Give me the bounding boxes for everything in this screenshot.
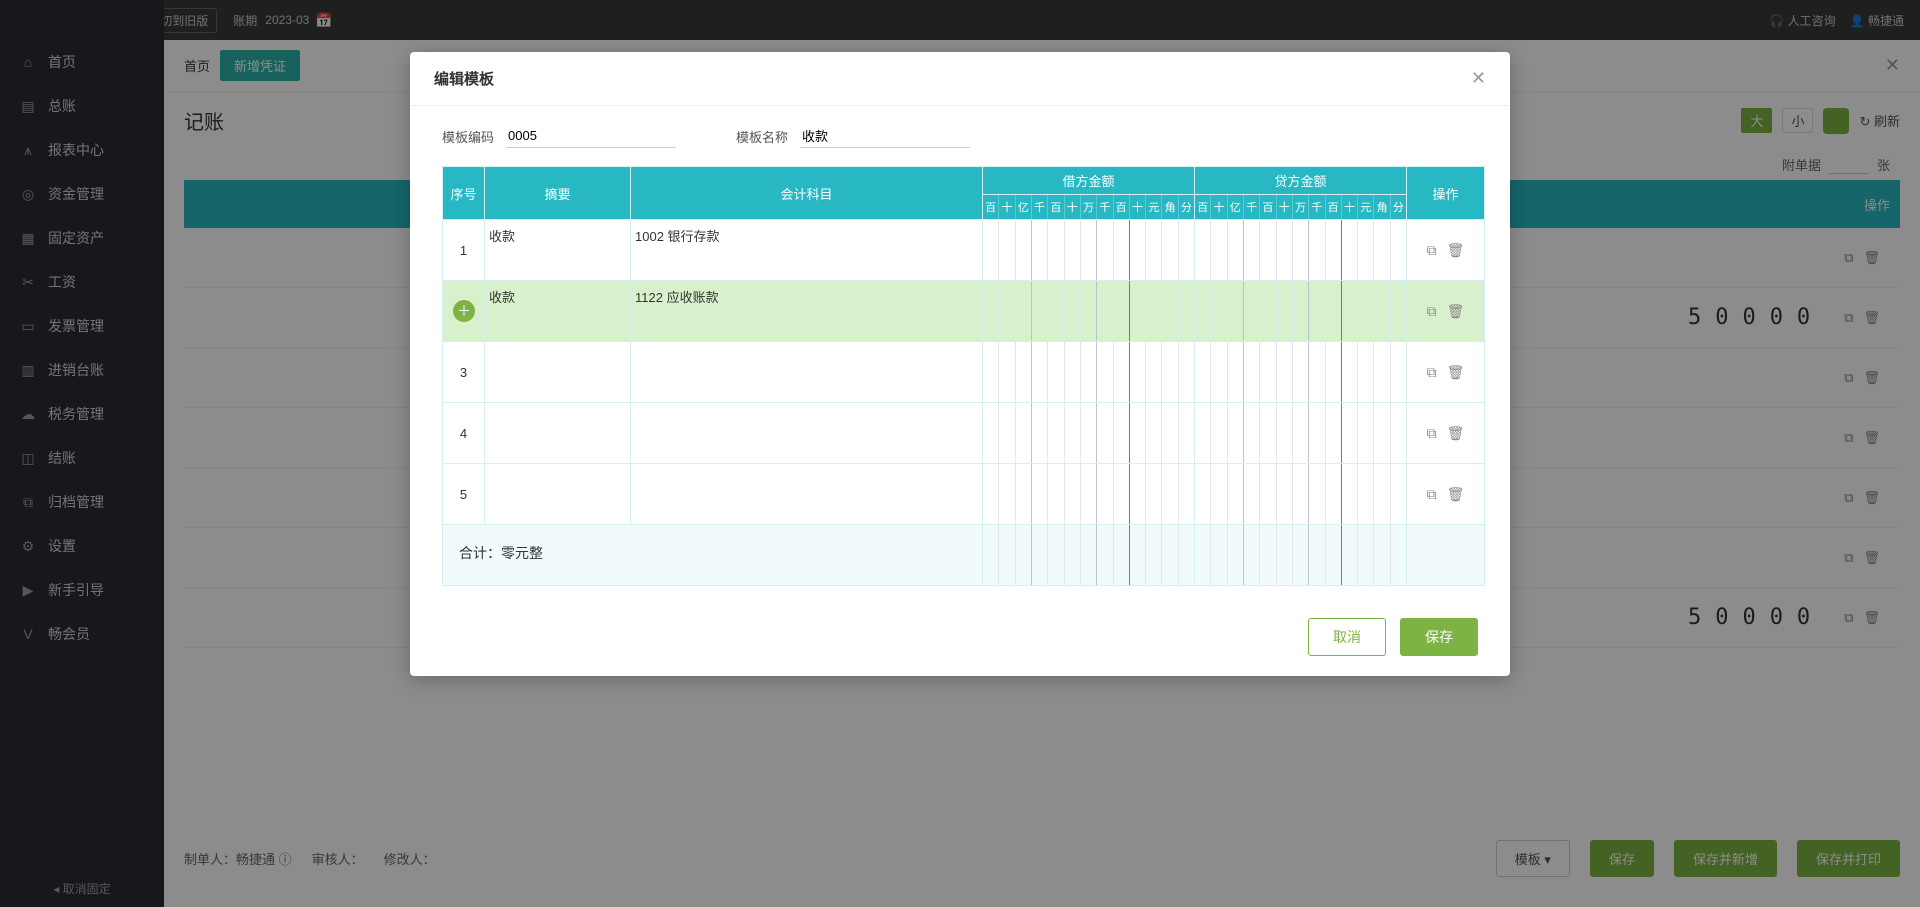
credit-cell[interactable] [1195, 464, 1407, 525]
th-credit: 贷方金额 [1195, 167, 1407, 195]
th-debit: 借方金额 [983, 167, 1195, 195]
th-index: 序号 [443, 167, 485, 220]
copy-row-icon[interactable]: ⧉ [1427, 303, 1437, 320]
credit-cell[interactable] [1195, 342, 1407, 403]
account-cell[interactable]: 1122 应收账款 [631, 281, 983, 342]
delete-row-icon[interactable]: 🗑 [1447, 242, 1465, 259]
row-index: 5 [443, 464, 485, 525]
summary-cell[interactable] [485, 464, 631, 525]
credit-cell[interactable] [1195, 220, 1407, 281]
modal-title: 编辑模板 [434, 68, 494, 89]
debit-cell[interactable] [983, 403, 1195, 464]
template-code-label: 模板编码 [442, 127, 494, 146]
summary-cell[interactable]: 收款 [485, 220, 631, 281]
row-index: 1 [443, 220, 485, 281]
account-cell[interactable] [631, 342, 983, 403]
voucher-row[interactable]: 4 ⧉ 🗑 [443, 403, 1485, 464]
debit-cell[interactable] [983, 464, 1195, 525]
debit-cell[interactable] [983, 281, 1195, 342]
row-index: 3 [443, 342, 485, 403]
delete-row-icon[interactable]: 🗑 [1447, 486, 1465, 503]
copy-row-icon[interactable]: ⧉ [1427, 486, 1437, 503]
voucher-row[interactable]: 1收款1002 银行存款 ⧉ 🗑 [443, 220, 1485, 281]
th-op: 操作 [1407, 167, 1485, 220]
delete-row-icon[interactable]: 🗑 [1447, 425, 1465, 442]
row-index: 4 [443, 403, 485, 464]
debit-cell[interactable] [983, 342, 1195, 403]
edit-template-modal: 编辑模板 ✕ 模板编码 模板名称 序号 摘要 会计科目 借方金额 [410, 52, 1510, 676]
template-name-label: 模板名称 [736, 127, 788, 146]
template-name-input[interactable] [800, 124, 970, 148]
debit-cell[interactable] [983, 220, 1195, 281]
row-index: ＋ [443, 281, 485, 342]
save-template-button[interactable]: 保存 [1400, 618, 1478, 656]
copy-row-icon[interactable]: ⧉ [1427, 364, 1437, 381]
summary-cell[interactable]: 收款 [485, 281, 631, 342]
delete-row-icon[interactable]: 🗑 [1447, 364, 1465, 381]
th-account: 会计科目 [631, 167, 983, 220]
voucher-row[interactable]: 3 ⧉ 🗑 [443, 342, 1485, 403]
credit-cell[interactable] [1195, 403, 1407, 464]
credit-units: 百十亿千百十万千百十元角分 [1195, 195, 1407, 220]
delete-row-icon[interactable]: 🗑 [1447, 303, 1465, 320]
voucher-row[interactable]: 5 ⧉ 🗑 [443, 464, 1485, 525]
account-cell[interactable] [631, 403, 983, 464]
voucher-row[interactable]: ＋ 收款1122 应收账款 ⧉ 🗑 [443, 281, 1485, 342]
account-cell[interactable] [631, 464, 983, 525]
credit-cell[interactable] [1195, 281, 1407, 342]
account-cell[interactable]: 1002 银行存款 [631, 220, 983, 281]
voucher-table: 序号 摘要 会计科目 借方金额 贷方金额 操作 百十亿千百十万千百十元角分 百十… [442, 166, 1485, 586]
copy-row-icon[interactable]: ⧉ [1427, 425, 1437, 442]
total-cell: 合计：零元整 [443, 525, 983, 586]
cancel-button[interactable]: 取消 [1308, 618, 1386, 656]
debit-units: 百十亿千百十万千百十元角分 [983, 195, 1195, 220]
summary-cell[interactable] [485, 403, 631, 464]
summary-cell[interactable] [485, 342, 631, 403]
template-code-input[interactable] [506, 124, 676, 148]
add-row-icon[interactable]: ＋ [453, 300, 475, 322]
th-summary: 摘要 [485, 167, 631, 220]
copy-row-icon[interactable]: ⧉ [1427, 242, 1437, 259]
modal-close-icon[interactable]: ✕ [1471, 68, 1486, 89]
